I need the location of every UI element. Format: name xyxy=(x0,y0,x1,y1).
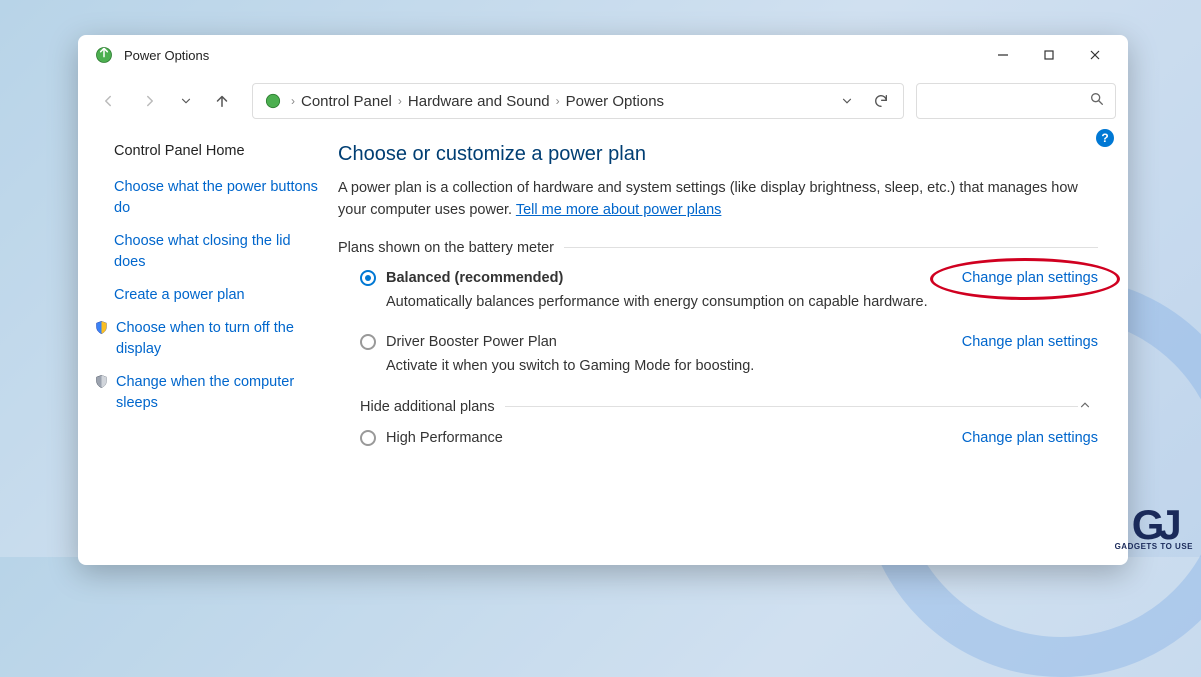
tell-me-more-link[interactable]: Tell me more about power plans xyxy=(516,202,722,218)
shield-icon xyxy=(94,318,110,360)
page-description: A power plan is a collection of hardware… xyxy=(338,178,1098,222)
window-title: Power Options xyxy=(124,48,980,63)
breadcrumb-item[interactable]: Hardware and Sound xyxy=(408,93,550,110)
plan-description: Automatically balances performance with … xyxy=(386,294,1098,310)
search-input[interactable] xyxy=(916,83,1116,119)
content-area: Control Panel Home Choose what the power… xyxy=(78,127,1128,565)
sidebar-link-power-buttons[interactable]: Choose what the power buttons do xyxy=(94,177,318,219)
power-plan-driver-booster: Driver Booster Power Plan Change plan se… xyxy=(360,334,1098,374)
power-options-window: Power Options xyxy=(78,35,1128,565)
breadcrumb-item[interactable]: Control Panel xyxy=(301,93,392,110)
help-button[interactable]: ? xyxy=(1096,129,1114,147)
radio-icon xyxy=(360,334,376,350)
plan-name: Driver Booster Power Plan xyxy=(386,334,557,350)
plan-radio-balanced[interactable]: Balanced (recommended) xyxy=(360,270,563,286)
plans-section-label: Plans shown on the battery meter xyxy=(338,240,1098,256)
plan-radio-high-performance[interactable]: High Performance xyxy=(360,430,503,446)
breadcrumb-separator-icon: › xyxy=(556,94,560,108)
minimize-button[interactable] xyxy=(980,37,1026,73)
sidebar-link-create-plan[interactable]: Create a power plan xyxy=(94,285,318,306)
recent-locations-button[interactable] xyxy=(174,83,198,119)
sidebar-link-display-off[interactable]: Choose when to turn off the display xyxy=(94,318,318,360)
shield-icon xyxy=(94,372,110,414)
radio-icon xyxy=(360,430,376,446)
power-plan-balanced: Balanced (recommended) Change plan setti… xyxy=(360,270,1098,310)
titlebar: Power Options xyxy=(78,35,1128,75)
address-bar[interactable]: › Control Panel › Hardware and Sound › P… xyxy=(252,83,904,119)
chevron-up-icon xyxy=(1078,398,1098,416)
change-plan-settings-link[interactable]: Change plan settings xyxy=(962,430,1098,446)
watermark-text: GADGETS TO USE xyxy=(1115,542,1193,551)
power-plan-high-performance: High Performance Change plan settings xyxy=(360,430,1098,446)
plan-description: Activate it when you switch to Gaming Mo… xyxy=(386,358,1098,374)
watermark-logo: GJ xyxy=(1115,508,1193,542)
control-panel-home-link[interactable]: Control Panel Home xyxy=(94,143,318,159)
change-plan-settings-link[interactable]: Change plan settings xyxy=(962,334,1098,350)
hide-additional-plans-toggle[interactable]: Hide additional plans xyxy=(360,398,1098,416)
address-dropdown-button[interactable] xyxy=(833,87,861,115)
refresh-button[interactable] xyxy=(867,87,895,115)
close-button[interactable] xyxy=(1072,37,1118,73)
sidebar-link-lid[interactable]: Choose what closing the lid does xyxy=(94,231,318,273)
window-controls xyxy=(980,37,1118,73)
page-heading: Choose or customize a power plan xyxy=(338,143,1098,166)
up-button[interactable] xyxy=(204,83,240,119)
breadcrumb-separator-icon: › xyxy=(398,94,402,108)
radio-icon xyxy=(360,270,376,286)
power-options-icon xyxy=(94,45,114,65)
sidebar-link-sleep[interactable]: Change when the computer sleeps xyxy=(94,372,318,414)
forward-button[interactable] xyxy=(132,83,168,119)
main-panel: ? Choose or customize a power plan A pow… xyxy=(328,127,1128,565)
search-icon xyxy=(1089,91,1105,112)
change-plan-settings-link[interactable]: Change plan settings xyxy=(962,270,1098,286)
plan-name: High Performance xyxy=(386,430,503,446)
power-options-path-icon xyxy=(261,89,285,113)
maximize-button[interactable] xyxy=(1026,37,1072,73)
plan-radio-driver-booster[interactable]: Driver Booster Power Plan xyxy=(360,334,557,350)
watermark: GJ GADGETS TO USE xyxy=(1115,508,1193,551)
navigation-bar: › Control Panel › Hardware and Sound › P… xyxy=(78,75,1128,127)
plan-name: Balanced (recommended) xyxy=(386,270,563,286)
breadcrumb-item[interactable]: Power Options xyxy=(566,93,664,110)
sidebar: Control Panel Home Choose what the power… xyxy=(78,127,328,565)
breadcrumb-separator-icon: › xyxy=(291,94,295,108)
back-button[interactable] xyxy=(90,83,126,119)
